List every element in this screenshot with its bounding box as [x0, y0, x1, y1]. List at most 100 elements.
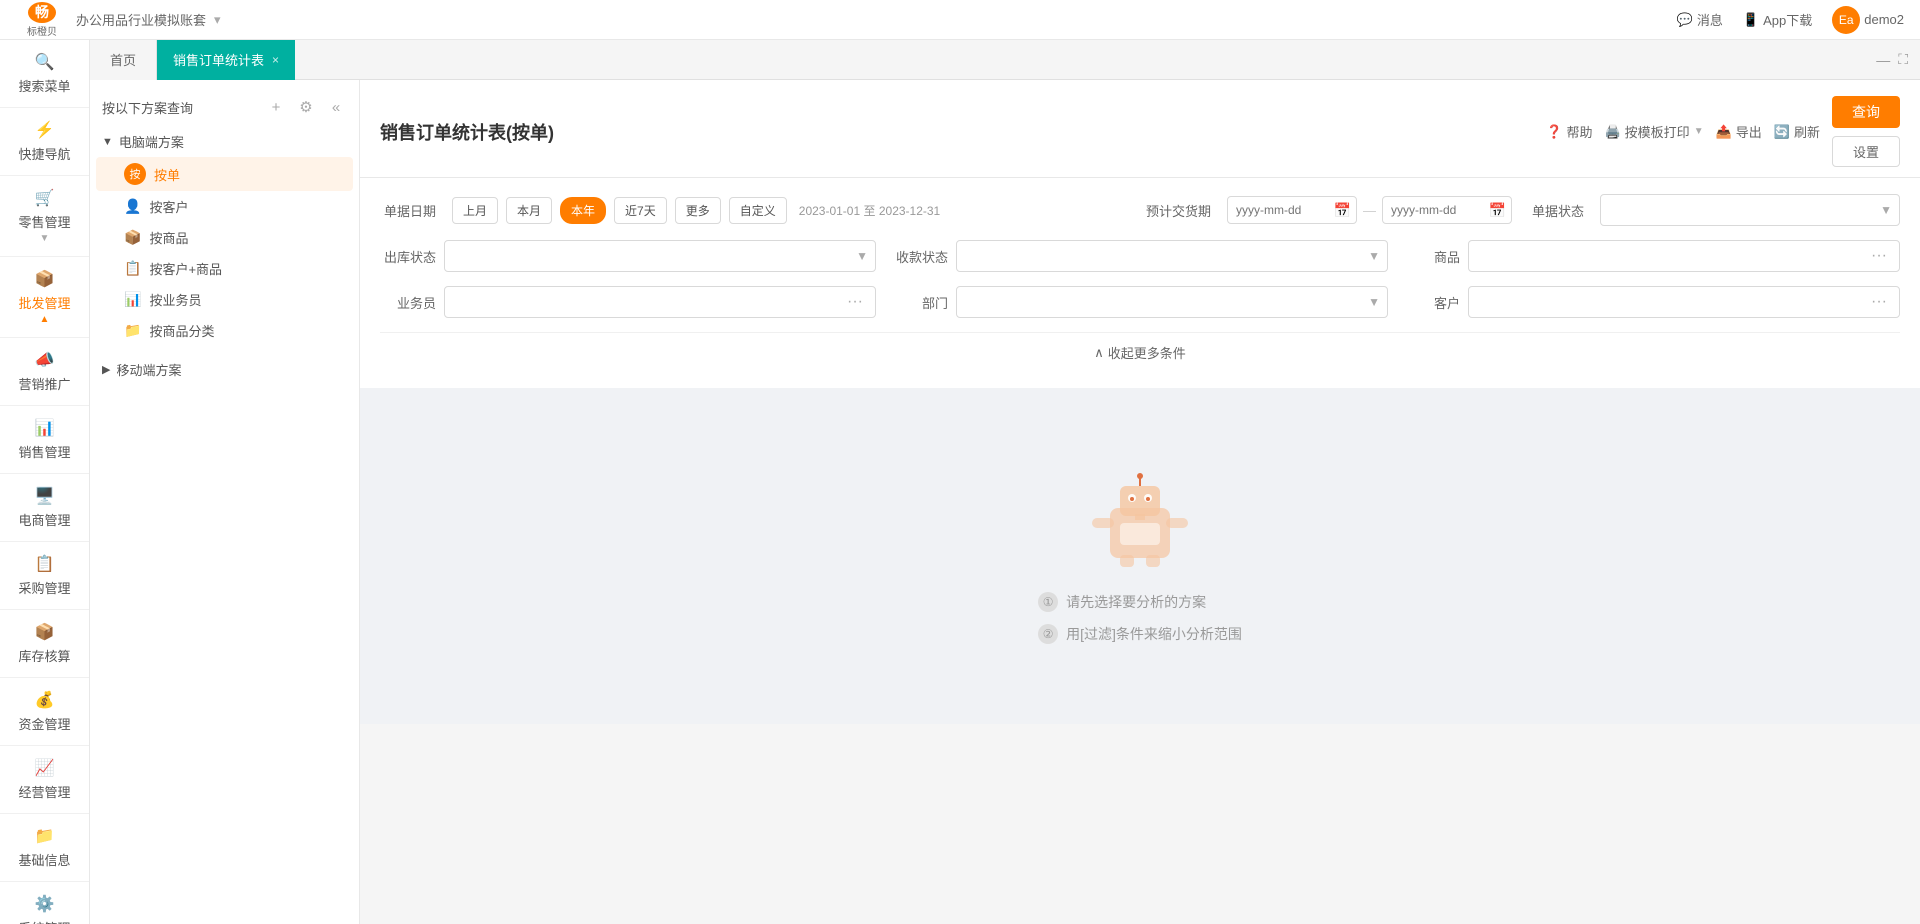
scheme-settings-button[interactable]: ⚙ [295, 96, 317, 118]
delivery-status-select-wrap: ▼ [444, 240, 876, 272]
empty-illustration [1080, 468, 1200, 568]
tree-item-by-customer[interactable]: 👤 按客户 [96, 191, 353, 222]
refresh-icon: 🔄 [1774, 124, 1790, 140]
maximize-icon[interactable]: ⛶ [1898, 51, 1908, 68]
tree-parent-mobile[interactable]: ▶ 移动端方案 [90, 354, 359, 385]
tab-home[interactable]: 首页 [90, 40, 157, 80]
left-panel-title: 按以下方案查询 [102, 98, 193, 117]
expected-date-end-wrap: 📅 [1382, 196, 1512, 224]
sidebar-item-system[interactable]: ⚙️ 系统管理 [0, 882, 89, 924]
message-button[interactable]: 💬 消息 [1677, 10, 1723, 29]
page-actions: ❓ 帮助 🖨️ 按模板打印 ▼ 📤 导出 � [1546, 96, 1900, 167]
department-col: 部门 ▼ [892, 286, 1388, 318]
delivery-status-col: 出库状态 ▼ [380, 240, 876, 272]
message-icon: 💬 [1677, 12, 1693, 28]
sidebar-item-sales[interactable]: 📊 销售管理 [0, 406, 89, 474]
sidebar-item-quick-nav[interactable]: ⚡ 快捷导航 [0, 108, 89, 176]
help-button[interactable]: ❓ 帮助 [1546, 122, 1592, 141]
sidebar-item-marketing[interactable]: 📣 营销推广 [0, 338, 89, 406]
hint-num-2: ② [1038, 624, 1058, 644]
collapse-button[interactable]: ∧ 收起更多条件 [1094, 343, 1186, 362]
setting-button[interactable]: 设置 [1832, 136, 1900, 167]
add-scheme-button[interactable]: + [265, 96, 287, 118]
goods-input-wrap[interactable]: ··· [1468, 240, 1900, 272]
customer-more-icon[interactable]: ··· [1867, 293, 1891, 311]
user-avatar: Ea [1832, 6, 1860, 34]
custom-button[interactable]: 自定义 [729, 197, 787, 224]
tree-item-by-order[interactable]: 按 按单 [96, 157, 353, 191]
last-7-days-button[interactable]: 近7天 [614, 197, 667, 224]
date-filter-buttons: 上月 本月 本年 近7天 更多 自定义 2023-01-01 至 2023-12… [452, 197, 1130, 224]
tree-item-by-salesperson[interactable]: 📊 按业务员 [96, 284, 353, 315]
template-print-button[interactable]: 🖨️ 按模板打印 ▼ [1604, 122, 1703, 141]
empty-state: ① 请先选择要分析的方案 ② 用[过滤]条件来缩小分析范围 [360, 388, 1920, 724]
tab-sales-order-statistics[interactable]: 销售订单统计表 × [157, 40, 295, 80]
tree-parent-pc[interactable]: ▼ 电脑端方案 [90, 126, 359, 157]
content-inner: 按以下方案查询 + ⚙ « ▼ 电脑端方案 按 按单 👤 [90, 80, 1920, 924]
calendar-end-icon[interactable]: 📅 [1489, 202, 1506, 219]
department-select[interactable] [956, 286, 1388, 318]
sidebar-item-finance[interactable]: 💰 资金管理 [0, 678, 89, 746]
empty-text: ① 请先选择要分析的方案 ② 用[过滤]条件来缩小分析范围 [1038, 592, 1242, 644]
user-menu[interactable]: Ea demo2 [1832, 6, 1904, 34]
expected-date-label: 预计交货期 [1146, 201, 1211, 220]
salesperson-icon: 📊 [124, 291, 141, 308]
sidebar-item-wholesale[interactable]: 📦 批发管理 ▲ [0, 257, 89, 338]
payment-status-select[interactable] [956, 240, 1388, 272]
app-download-button[interactable]: 📱 App下载 [1743, 10, 1812, 29]
export-icon: 📤 [1716, 124, 1732, 140]
customer-goods-icon: 📋 [124, 260, 141, 277]
retail-expand-icon: ▼ [40, 233, 50, 244]
collapse-panel-button[interactable]: « [325, 96, 347, 118]
more-button[interactable]: 更多 [675, 197, 721, 224]
date-filter-label: 单据日期 [380, 201, 436, 220]
tab-close-button[interactable]: × [272, 53, 279, 67]
doc-status-select[interactable] [1600, 194, 1900, 226]
salesperson-input-wrap[interactable]: ··· [444, 286, 876, 318]
left-panel-actions: + ⚙ « [265, 96, 347, 118]
collapse-up-icon: ∧ [1094, 345, 1104, 361]
empty-svg-icon [1080, 468, 1200, 568]
ecommerce-icon: 🖥️ [35, 486, 55, 506]
date-range-separator: — [1363, 203, 1376, 218]
tree-mobile-label: 移动端方案 [116, 360, 181, 379]
sidebar-item-ecommerce[interactable]: 🖥️ 电商管理 [0, 474, 89, 542]
system-icon: ⚙️ [35, 894, 55, 914]
user-icon: 👤 [124, 198, 141, 215]
tree-item-by-goods[interactable]: 📦 按商品 [96, 222, 353, 253]
delivery-status-select[interactable] [444, 240, 876, 272]
filter-row-date: 单据日期 上月 本月 本年 近7天 更多 自定义 2023-01-01 至 [380, 194, 1900, 226]
right-content: 销售订单统计表(按单) ❓ 帮助 🖨️ 按模板打印 ▼ 📤 [360, 80, 1920, 924]
date-range-text: 2023-01-01 至 2023-12-31 [799, 202, 940, 219]
query-button[interactable]: 查询 [1832, 96, 1900, 128]
retail-icon: 🛒 [35, 188, 55, 208]
customer-input-wrap[interactable]: ··· [1468, 286, 1900, 318]
last-month-button[interactable]: 上月 [452, 197, 498, 224]
salesperson-more-icon[interactable]: ··· [843, 293, 867, 311]
sidebar-item-basic[interactable]: 📁 基础信息 [0, 814, 89, 882]
left-panel-header: 按以下方案查询 + ⚙ « [90, 92, 359, 126]
tree-item-by-category[interactable]: 📁 按商品分类 [96, 315, 353, 346]
sidebar-item-inventory[interactable]: 📦 库存核算 [0, 610, 89, 678]
this-month-button[interactable]: 本月 [506, 197, 552, 224]
sidebar-item-retail[interactable]: 🛒 零售管理 ▼ [0, 176, 89, 257]
minimize-icon[interactable]: — [1876, 52, 1890, 68]
collapse-bar: ∧ 收起更多条件 [380, 332, 1900, 372]
sidebar-item-search-menu[interactable]: 🔍 搜索菜单 [0, 40, 89, 108]
export-button[interactable]: 📤 导出 [1716, 122, 1762, 141]
breadcrumb-dropdown-icon[interactable]: ▾ [214, 12, 221, 28]
tree-item-by-customer-goods[interactable]: 📋 按客户+商品 [96, 253, 353, 284]
calendar-start-icon[interactable]: 📅 [1334, 202, 1351, 219]
sidebar-item-purchase[interactable]: 📋 采购管理 [0, 542, 89, 610]
active-circle-icon: 按 [124, 163, 146, 185]
refresh-button[interactable]: 🔄 刷新 [1774, 122, 1820, 141]
tree-mobile-expand-icon: ▶ [102, 363, 110, 376]
customer-col: 客户 ··· [1404, 286, 1900, 318]
help-icon: ❓ [1546, 124, 1562, 140]
content-area: 首页 销售订单统计表 × — ⛶ 按以下方案查询 + ⚙ « [90, 40, 1920, 924]
this-year-button[interactable]: 本年 [560, 197, 606, 224]
sidebar-item-operations[interactable]: 📈 经营管理 [0, 746, 89, 814]
goods-more-icon[interactable]: ··· [1867, 247, 1891, 265]
basic-icon: 📁 [35, 826, 55, 846]
operations-icon: 📈 [35, 758, 55, 778]
